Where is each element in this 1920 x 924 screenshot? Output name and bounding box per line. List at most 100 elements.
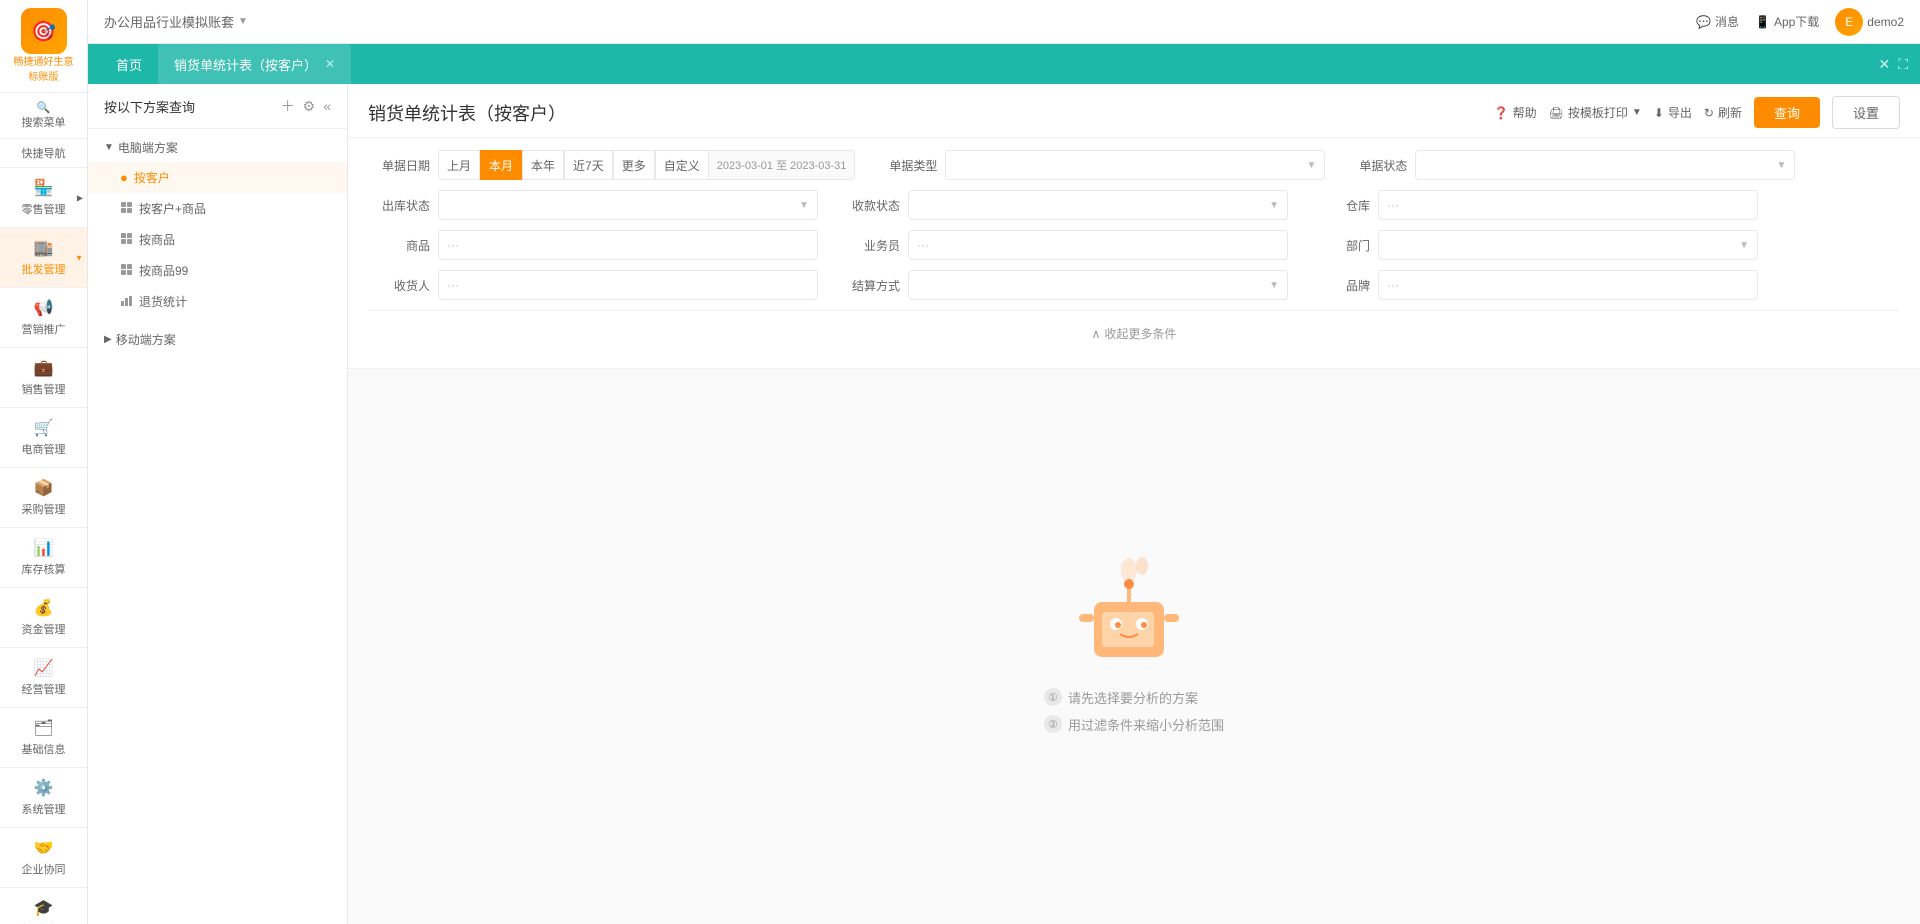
- scheme-item-by-goods-99[interactable]: 按商品99: [88, 255, 347, 286]
- payment-status-select[interactable]: ▼: [908, 190, 1288, 220]
- logo-subtitle: 标账版: [29, 71, 59, 84]
- date-quick-buttons: 上月 本月 本年 近7天 更多 自定义 2023-03-01 至 2023-03…: [438, 150, 855, 180]
- sidebar-item-ecom[interactable]: 🛒 电商管理: [0, 408, 87, 468]
- left-panel-title: 按以下方案查询: [104, 97, 195, 116]
- collapse-up-icon: ∧: [1092, 327, 1101, 341]
- message-btn[interactable]: 💬 消息: [1696, 13, 1739, 30]
- date-last-month-btn[interactable]: 上月: [438, 150, 480, 180]
- scheme-item-by-customer[interactable]: ● 按客户: [88, 162, 347, 193]
- department-select[interactable]: ▼: [1378, 230, 1758, 260]
- department-label: 部门: [1308, 237, 1378, 254]
- sidebar-item-wholesale[interactable]: 🏬 批发管理 ▼: [0, 228, 87, 288]
- date-custom-btn[interactable]: 自定义: [655, 150, 709, 180]
- query-button[interactable]: 查询: [1754, 97, 1820, 128]
- user-menu[interactable]: E demo2: [1835, 8, 1904, 36]
- goods-input[interactable]: ···: [438, 230, 818, 260]
- sidebar-item-purchase[interactable]: 📦 采购管理: [0, 468, 87, 528]
- filter-row-4: 收货人 ··· 结算方式 ▼ 品牌 ···: [368, 270, 1900, 300]
- quick-nav[interactable]: 快捷导航: [0, 139, 87, 168]
- sidebar-item-newbie[interactable]: 🎓 新手引导: [0, 888, 87, 924]
- sidebar-item-label: 库存核算: [22, 561, 66, 577]
- help-btn[interactable]: ❓ 帮助: [1494, 104, 1537, 121]
- message-label: 消息: [1715, 13, 1739, 30]
- out-status-select[interactable]: ▼: [438, 190, 818, 220]
- out-status-dropdown-icon: ▼: [799, 200, 809, 211]
- page-title-bar: 销货单统计表（按客户） ❓ 帮助 🖨 按模板打印 ▼ ⬇ 导出: [348, 84, 1920, 138]
- doc-type-select[interactable]: ▼: [945, 150, 1325, 180]
- tab-sales-summary[interactable]: 销货单统计表（按客户） ✕: [158, 44, 351, 84]
- right-panel: 销货单统计表（按客户） ❓ 帮助 🖨 按模板打印 ▼ ⬇ 导出: [348, 84, 1920, 924]
- scheme-item-by-goods[interactable]: 按商品: [88, 224, 347, 255]
- refresh-label: 刷新: [1718, 104, 1742, 121]
- user-name: demo2: [1867, 15, 1904, 29]
- collapse-filters-btn[interactable]: ∧ 收起更多条件: [1084, 317, 1185, 350]
- warehouse-input[interactable]: ···: [1378, 190, 1758, 220]
- sidebar-item-enterprise[interactable]: 🤝 企业协同: [0, 828, 87, 888]
- tab-close-icon[interactable]: ✕: [325, 57, 335, 71]
- hint-2-text: 用过滤条件来缩小分析范围: [1068, 715, 1224, 734]
- sidebar-item-system[interactable]: ⚙️ 系统管理: [0, 768, 87, 828]
- sidebar-item-finance[interactable]: 💰 资金管理: [0, 588, 87, 648]
- mobile-group-label: 移动端方案: [116, 331, 176, 348]
- receiver-dots: ···: [447, 278, 459, 292]
- settings-button[interactable]: 设置: [1832, 96, 1900, 129]
- settlement-dropdown-icon: ▼: [1269, 280, 1279, 291]
- filter-row-2: 出库状态 ▼ 收款状态 ▼ 仓库 ···: [368, 190, 1900, 220]
- purchase-icon: 📦: [34, 478, 54, 498]
- sidebar-item-retail[interactable]: 🏪 零售管理 ▶: [0, 168, 87, 228]
- close-window-icon[interactable]: ✕: [1878, 56, 1890, 73]
- print-dropdown-icon: ▼: [1632, 107, 1642, 118]
- add-scheme-icon[interactable]: ＋: [281, 96, 295, 116]
- salesperson-input[interactable]: ···: [908, 230, 1288, 260]
- payment-status-dropdown-icon: ▼: [1269, 200, 1279, 211]
- doc-status-select[interactable]: ▼: [1415, 150, 1795, 180]
- settings-scheme-icon[interactable]: ⚙: [303, 98, 316, 115]
- scheme-label: 按商品99: [139, 262, 188, 279]
- sidebar-item-operations[interactable]: 📈 经营管理: [0, 648, 87, 708]
- empty-hints: ① 请先选择要分析的方案 ② 用过滤条件来缩小分析范围: [1044, 688, 1224, 742]
- industry-selector[interactable]: 办公用品行业模拟账套 ▼: [104, 12, 248, 31]
- receiver-label: 收货人: [368, 277, 438, 294]
- collapse-panel-icon[interactable]: «: [323, 98, 331, 114]
- doc-type-dropdown-icon: ▼: [1307, 160, 1317, 171]
- scheme-item-by-customer-goods[interactable]: 按客户+商品: [88, 193, 347, 224]
- date-7days-btn[interactable]: 近7天: [564, 150, 613, 180]
- app-logo: 🎯 畅捷通好生意 标账版: [0, 0, 87, 93]
- sidebar-item-marketing[interactable]: 📢 营销推广: [0, 288, 87, 348]
- receiver-input[interactable]: ···: [438, 270, 818, 300]
- maximize-window-icon[interactable]: ⛶: [1898, 56, 1908, 73]
- print-btn[interactable]: 🖨 按模板打印 ▼: [1549, 104, 1642, 121]
- message-icon: 💬: [1696, 15, 1711, 29]
- goods-dots: ···: [447, 238, 459, 252]
- scheme-item-return-stats[interactable]: 退货统计: [88, 286, 347, 317]
- sidebar-item-sales[interactable]: 💼 销售管理: [0, 348, 87, 408]
- sidebar-item-label: 营销推广: [22, 321, 66, 337]
- doc-type-label: 单据类型: [875, 157, 945, 174]
- scheme-label: 按商品: [139, 231, 175, 248]
- date-more-btn[interactable]: 更多: [613, 150, 655, 180]
- sidebar-item-inventory[interactable]: 📊 库存核算: [0, 528, 87, 588]
- brand-dots: ···: [1387, 278, 1399, 292]
- desktop-group-header[interactable]: ▼ 电脑端方案: [88, 133, 347, 162]
- mobile-scheme-group: ▶ 移动端方案: [88, 321, 347, 358]
- search-menu[interactable]: 🔍 搜索菜单: [0, 93, 87, 139]
- tab-home[interactable]: 首页: [100, 44, 158, 84]
- brand-input[interactable]: ···: [1378, 270, 1758, 300]
- sidebar-item-label: 采购管理: [22, 501, 66, 517]
- left-panel-header: 按以下方案查询 ＋ ⚙ «: [88, 84, 347, 129]
- help-icon: ❓: [1494, 106, 1509, 120]
- settlement-select[interactable]: ▼: [908, 270, 1288, 300]
- refresh-btn[interactable]: ↻ 刷新: [1704, 104, 1742, 121]
- page-content: 按以下方案查询 ＋ ⚙ « ▼ 电脑端方案 ● 按客户: [88, 84, 1920, 924]
- header-right: 💬 消息 📱 App下载 E demo2: [1696, 8, 1904, 36]
- scheme-grid-icon3: [120, 263, 133, 279]
- date-this-year-btn[interactable]: 本年: [522, 150, 564, 180]
- page-title: 销货单统计表（按客户）: [368, 100, 566, 126]
- date-this-month-btn[interactable]: 本月: [480, 150, 522, 180]
- app-download-btn[interactable]: 📱 App下载: [1755, 13, 1819, 30]
- sidebar-item-basic[interactable]: 🗂 基础信息: [0, 708, 87, 768]
- mobile-group-header[interactable]: ▶ 移动端方案: [88, 325, 347, 354]
- sidebar-item-label: 批发管理: [22, 261, 66, 277]
- export-btn[interactable]: ⬇ 导出: [1654, 104, 1692, 121]
- search-menu-label: 搜索菜单: [4, 114, 83, 130]
